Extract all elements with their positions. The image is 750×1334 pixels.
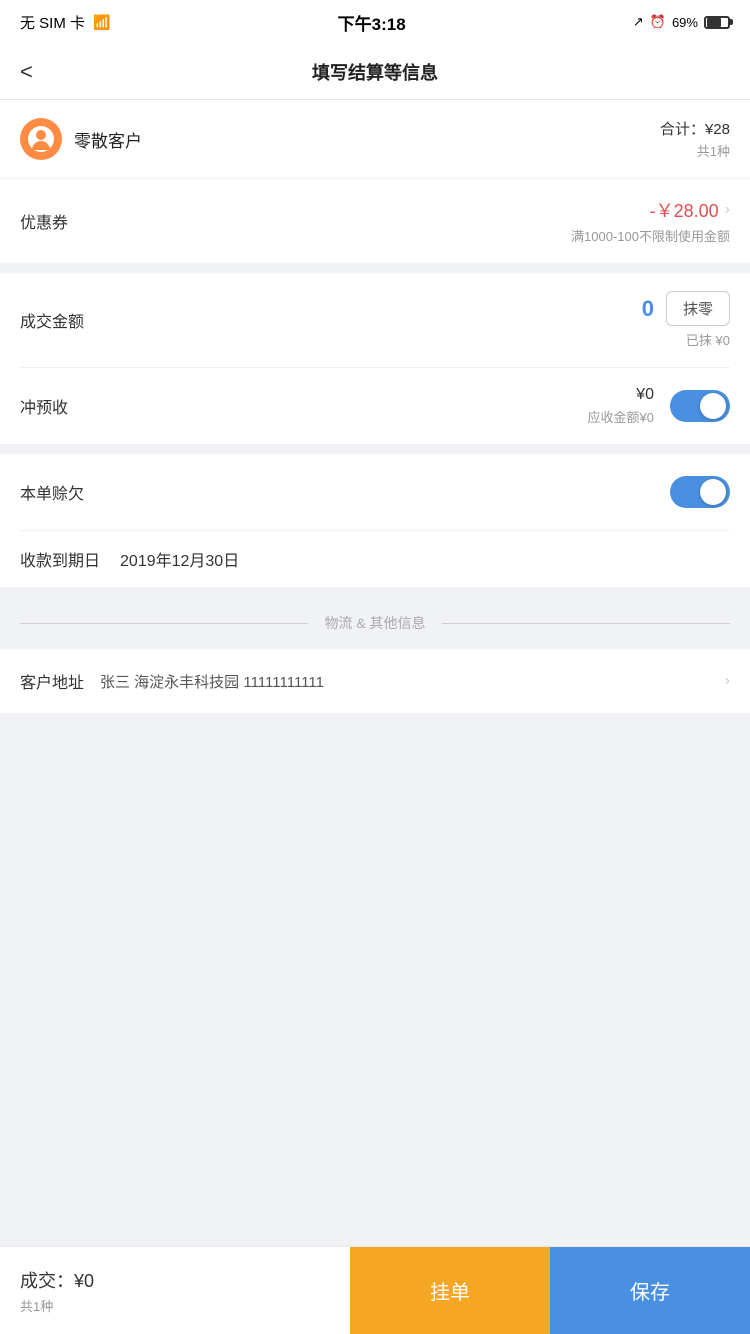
prepay-subtext: 应收金额¥0 xyxy=(588,407,654,426)
debt-toggle[interactable] xyxy=(670,476,730,508)
prepay-toggle[interactable] xyxy=(670,390,730,422)
battery-percent: 69% xyxy=(672,15,698,30)
customer-name: 零散客户 xyxy=(74,127,142,152)
location-icon: ↗ xyxy=(633,14,644,30)
address-chevron-icon: › xyxy=(725,672,730,690)
coupon-right: -￥28.00 › 满1000-100不限制使用金额 xyxy=(571,197,730,245)
coupon-chevron-icon: › xyxy=(725,201,730,219)
debt-section: 本单赊欠 收款到期日 2019年12月30日 xyxy=(0,454,750,587)
logistics-label: 物流 & 其他信息 xyxy=(324,613,425,633)
amount-section: 成交金额 0 抹零 已抹 ¥0 冲预收 ¥0 应收金额¥0 xyxy=(0,273,750,444)
back-button[interactable]: < xyxy=(20,59,33,85)
prepay-row: 冲预收 ¥0 应收金额¥0 xyxy=(20,368,730,444)
coupon-row[interactable]: 优惠券 -￥28.00 › 满1000-100不限制使用金额 xyxy=(0,178,750,263)
address-label: 客户地址 xyxy=(20,669,84,693)
customer-left: 零散客户 xyxy=(20,118,142,160)
divider-left xyxy=(20,623,308,624)
deal-amount-label: 成交金额 xyxy=(20,308,84,332)
prepay-right: ¥0 应收金额¥0 xyxy=(588,386,654,426)
due-date-label: 收款到期日 xyxy=(20,547,100,571)
bottom-deal-label: 成交： xyxy=(20,1271,74,1291)
status-right: ↗ ⏰ 69% xyxy=(633,14,730,30)
logistics-divider: 物流 & 其他信息 xyxy=(0,597,750,649)
status-time: 下午3:18 xyxy=(338,10,406,35)
save-button[interactable]: 保存 xyxy=(550,1247,750,1334)
coupon-value: -￥28.00 xyxy=(650,197,719,223)
page-title: 填写结算等信息 xyxy=(312,59,438,85)
carrier-label: 无 SIM 卡 xyxy=(20,12,85,33)
round-button[interactable]: 抹零 xyxy=(666,291,730,326)
alarm-icon: ⏰ xyxy=(650,14,666,30)
due-date-row: 收款到期日 2019年12月30日 xyxy=(20,530,730,587)
debt-row: 本单赊欠 xyxy=(20,454,730,530)
deal-amount-row: 成交金额 0 抹零 已抹 ¥0 xyxy=(20,273,730,368)
total-count: 共1种 xyxy=(660,141,730,160)
content: 零散客户 合计：¥28 共1种 优惠券 -￥28.00 › 满1000-100不… xyxy=(0,100,750,813)
deal-amount-right: 0 抹零 xyxy=(642,291,730,326)
prepay-value: ¥0 xyxy=(636,386,654,404)
coupon-subtext: 满1000-100不限制使用金额 xyxy=(571,226,730,245)
due-date-value: 2019年12月30日 xyxy=(120,547,239,571)
address-left: 客户地址 张三 海淀永丰科技园 11111111111 xyxy=(20,669,324,693)
bottom-info: 成交：¥0 共1种 xyxy=(0,1267,350,1315)
bottom-deal: 成交：¥0 xyxy=(20,1267,330,1293)
prepay-label: 冲预收 xyxy=(20,394,68,418)
debt-label: 本单赊欠 xyxy=(20,480,84,504)
nav-bar: < 填写结算等信息 xyxy=(0,44,750,100)
coupon-label: 优惠券 xyxy=(20,209,68,233)
customer-section: 零散客户 合计：¥28 共1种 优惠券 -￥28.00 › 满1000-100不… xyxy=(0,100,750,263)
battery-icon xyxy=(704,16,730,29)
address-value: 张三 海淀永丰科技园 11111111111 xyxy=(100,671,324,692)
bottom-deal-value: ¥0 xyxy=(74,1271,94,1291)
divider-right xyxy=(442,623,730,624)
bottom-bar: 成交：¥0 共1种 挂单 保存 xyxy=(0,1246,750,1334)
deal-amount-sub: 已抹 ¥0 xyxy=(686,330,730,349)
status-left: 无 SIM 卡 📶 xyxy=(20,12,110,33)
debt-toggle-knob xyxy=(700,479,726,505)
customer-right: 合计：¥28 共1种 xyxy=(660,118,730,160)
bottom-count: 共1种 xyxy=(20,1296,330,1315)
deal-amount-value: 0 xyxy=(642,296,654,322)
total-label: 合计：¥28 xyxy=(660,118,730,139)
avatar xyxy=(20,118,62,160)
status-bar: 无 SIM 卡 📶 下午3:18 ↗ ⏰ 69% xyxy=(0,0,750,44)
address-section[interactable]: 客户地址 张三 海淀永丰科技园 11111111111 › xyxy=(0,649,750,713)
hang-button[interactable]: 挂单 xyxy=(350,1247,550,1334)
avatar-icon xyxy=(28,126,54,152)
wifi-icon: 📶 xyxy=(93,14,110,31)
customer-row: 零散客户 合计：¥28 共1种 xyxy=(0,100,750,178)
toggle-knob xyxy=(700,393,726,419)
